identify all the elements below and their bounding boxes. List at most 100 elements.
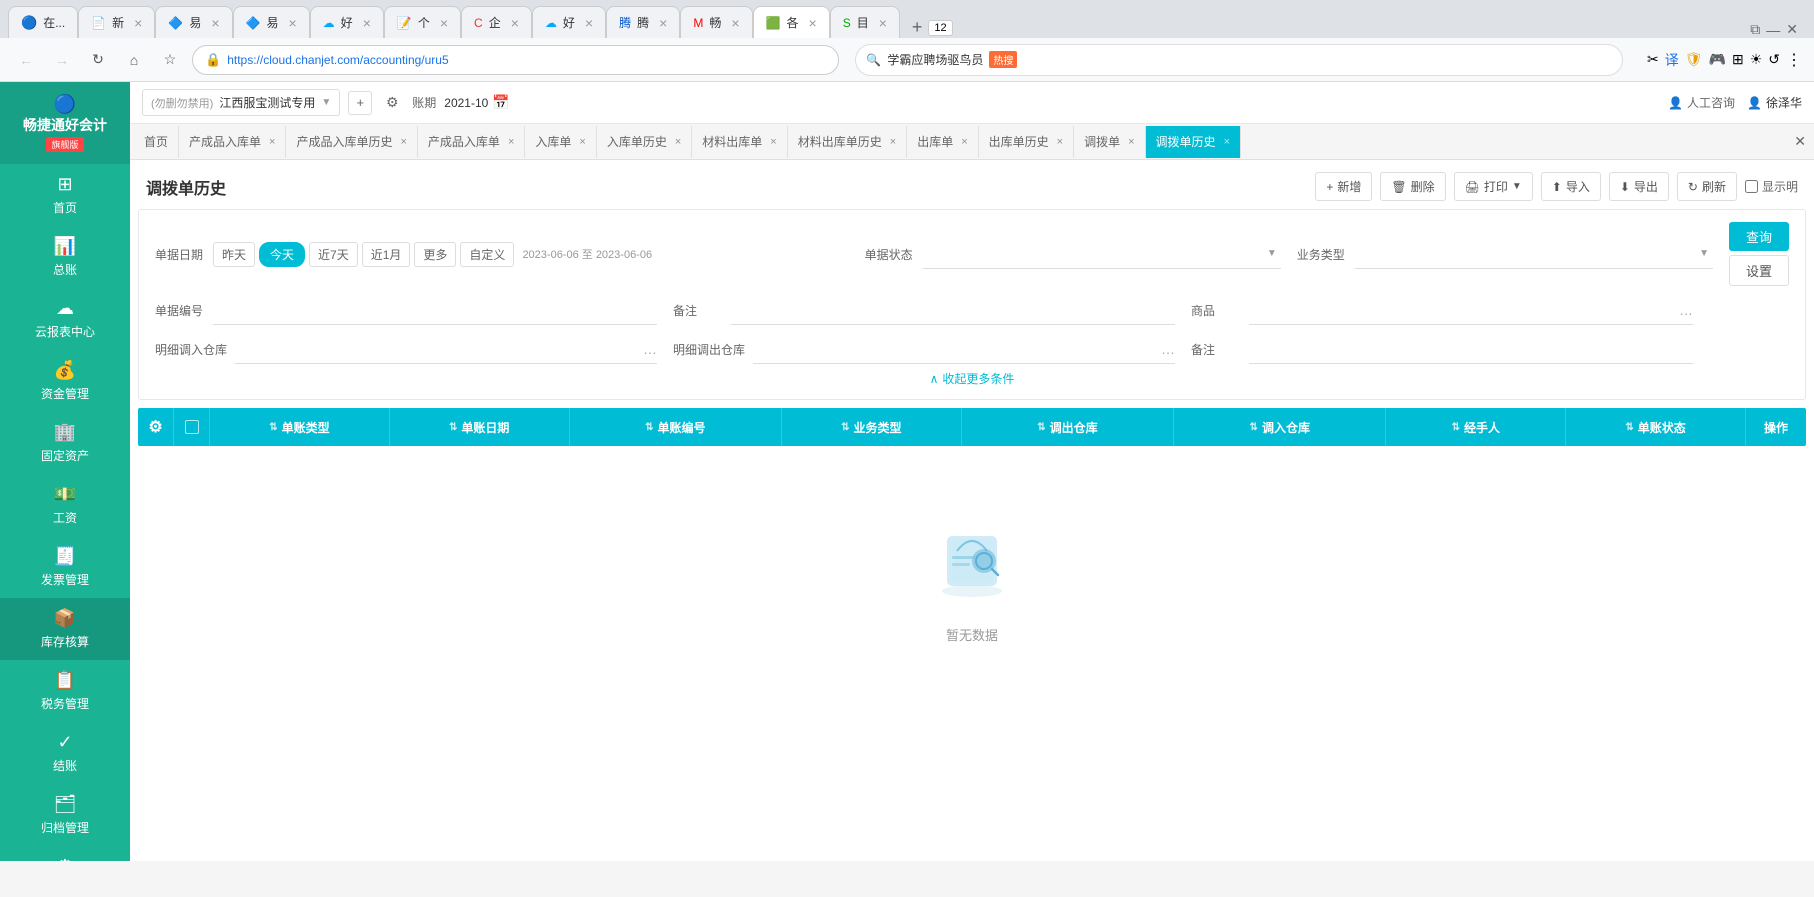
- sidebar-item-reports[interactable]: ☁ 云报表中心: [0, 288, 130, 350]
- th-status[interactable]: ⇅ 单账状态: [1566, 408, 1746, 446]
- th-checkbox[interactable]: [174, 408, 210, 446]
- detail-out-filter-input[interactable]: [753, 335, 1157, 363]
- show-all-checkbox[interactable]: [1745, 180, 1758, 193]
- import-button[interactable]: ⬆ 导入: [1541, 172, 1601, 201]
- page-tab-out[interactable]: 出库单 ×: [907, 126, 978, 158]
- filter-settings-button[interactable]: 设置: [1729, 255, 1789, 286]
- date-today[interactable]: 今天: [259, 242, 305, 267]
- tab-close-10[interactable]: ×: [731, 15, 739, 31]
- tab-mat-out-close[interactable]: ×: [770, 136, 776, 148]
- page-tab-store-in-h[interactable]: 入库单历史 ×: [597, 126, 692, 158]
- translate-icon[interactable]: 译: [1665, 50, 1679, 70]
- grid-icon[interactable]: ⊞: [1732, 51, 1744, 68]
- sidebar-item-funds[interactable]: 💰 资金管理: [0, 350, 130, 412]
- th-settings[interactable]: ⚙: [138, 408, 174, 446]
- home-button[interactable]: ⌂: [120, 46, 148, 74]
- page-tab-in1h[interactable]: 产成品入库单历史 ×: [286, 126, 417, 158]
- th-type[interactable]: ⇅ 单账类型: [210, 408, 390, 446]
- back-button[interactable]: ←: [12, 46, 40, 74]
- add-company-button[interactable]: +: [348, 91, 372, 115]
- browser-tab-s[interactable]: S 目 ×: [830, 6, 900, 38]
- tab-close-6[interactable]: ×: [440, 15, 448, 31]
- date-7days[interactable]: 近7天: [309, 242, 358, 267]
- status-select[interactable]: 全部 草稿 已审核: [923, 240, 1281, 268]
- tab-close-8[interactable]: ×: [585, 15, 593, 31]
- select-all-checkbox[interactable]: [185, 420, 199, 434]
- gamepad-icon[interactable]: 🎮: [1709, 51, 1726, 68]
- page-tab-transfer[interactable]: 调拨单 ×: [1074, 126, 1145, 158]
- detail-in-filter-input[interactable]: [235, 335, 639, 363]
- browser-tab-1[interactable]: 🔵 在...: [8, 6, 78, 38]
- tab-close-9[interactable]: ×: [659, 15, 667, 31]
- shield-icon[interactable]: 🛡: [1685, 51, 1703, 68]
- print-button[interactable]: 🖨 打印 ▼: [1454, 172, 1533, 201]
- sidebar-item-ledger[interactable]: 📊 总账: [0, 226, 130, 288]
- browser-tab-5[interactable]: ☁ 好 ×: [310, 6, 384, 38]
- forward-button[interactable]: →: [48, 46, 76, 74]
- tab-close-5[interactable]: ×: [363, 15, 371, 31]
- collapse-button[interactable]: ∧ 收起更多条件: [930, 370, 1015, 387]
- remark-filter-input[interactable]: [731, 297, 1175, 325]
- topbar-settings-button[interactable]: ⚙: [380, 91, 404, 115]
- tab-close-7[interactable]: ×: [511, 15, 519, 31]
- user-info[interactable]: 👤 徐泽华: [1747, 94, 1802, 111]
- minimize-button[interactable]: —: [1766, 22, 1780, 38]
- number-filter-input[interactable]: [213, 297, 657, 325]
- date-more[interactable]: 更多: [414, 242, 456, 267]
- date-1month[interactable]: 近1月: [362, 242, 411, 267]
- page-tab-home[interactable]: 首页: [134, 126, 179, 158]
- page-tab-out-h[interactable]: 出库单历史 ×: [979, 126, 1074, 158]
- tab-close-3[interactable]: ×: [211, 15, 219, 31]
- browser-tab-active[interactable]: 🟩 各 ×: [753, 6, 830, 38]
- tab-mat-out-h-close[interactable]: ×: [890, 136, 896, 148]
- company-selector[interactable]: (勿删勿禁用) 江西服宝测试专用 ▼: [142, 89, 340, 116]
- page-tab-in1[interactable]: 产成品入库单 ×: [179, 126, 286, 158]
- sun-icon[interactable]: ☀: [1750, 51, 1763, 68]
- th-biz[interactable]: ⇅ 业务类型: [782, 408, 962, 446]
- browser-tab-10[interactable]: M 畅 ×: [680, 6, 752, 38]
- tab-close-2[interactable]: ×: [134, 15, 142, 31]
- browser-tab-2[interactable]: 📄 新 ×: [78, 6, 155, 38]
- note-filter-input[interactable]: [1249, 336, 1693, 364]
- date-custom[interactable]: 自定义: [460, 242, 514, 267]
- sidebar-item-home[interactable]: ⊞ 首页: [0, 164, 130, 226]
- tab-in1h-close[interactable]: ×: [400, 136, 406, 148]
- export-button[interactable]: ⬇ 导出: [1609, 172, 1669, 201]
- tab-close-active[interactable]: ×: [809, 15, 817, 31]
- menu-icon[interactable]: ⋮: [1786, 50, 1802, 70]
- browser-tab-4[interactable]: 🔷 易 ×: [233, 6, 310, 38]
- show-all-checkbox-label[interactable]: 显示明: [1745, 178, 1798, 195]
- help-button[interactable]: 👤 人工咨询: [1668, 94, 1735, 111]
- undo-icon[interactable]: ↺: [1768, 51, 1780, 68]
- sidebar-item-settings[interactable]: ⚙ 基础设置: [0, 846, 130, 861]
- tab-out-close[interactable]: ×: [961, 136, 967, 148]
- tab-transfer-h-close[interactable]: ×: [1224, 136, 1230, 148]
- browser-tab-7[interactable]: C 企 ×: [461, 6, 532, 38]
- delete-button[interactable]: 🗑 删除: [1380, 172, 1445, 201]
- close-tab-button[interactable]: ✕: [1794, 133, 1806, 150]
- query-button[interactable]: 查询: [1729, 222, 1789, 251]
- tab-transfer-close[interactable]: ×: [1128, 136, 1134, 148]
- page-tab-mat-out-h[interactable]: 材料出库单历史 ×: [788, 126, 907, 158]
- new-tab-button[interactable]: +: [912, 17, 923, 38]
- biz-select[interactable]: 全部: [1355, 240, 1713, 268]
- page-tab-store-in[interactable]: 入库单 ×: [525, 126, 596, 158]
- scissors-icon[interactable]: ✂: [1647, 51, 1659, 68]
- tab-close-4[interactable]: ×: [288, 15, 296, 31]
- sidebar-item-assets[interactable]: 🏢 固定资产: [0, 412, 130, 474]
- tab-close-s[interactable]: ×: [879, 15, 887, 31]
- restore-button[interactable]: ⧉: [1750, 21, 1760, 38]
- add-record-button[interactable]: + 新增: [1315, 172, 1372, 201]
- refresh-browser-button[interactable]: ↻: [84, 46, 112, 74]
- close-button[interactable]: ✕: [1786, 21, 1798, 38]
- sidebar-item-close[interactable]: ✓ 结账: [0, 722, 130, 784]
- tab-in1-close[interactable]: ×: [269, 136, 275, 148]
- search-bar[interactable]: 🔍 学霸应聘场驱鸟员 热搜: [855, 44, 1623, 76]
- browser-tab-9[interactable]: 腾 腾 ×: [606, 6, 680, 38]
- sidebar-item-archive[interactable]: 🗂 归档管理: [0, 784, 130, 846]
- tab-store-in-h-close[interactable]: ×: [675, 136, 681, 148]
- sidebar-item-invoice[interactable]: 🧾 发票管理: [0, 536, 130, 598]
- period-selector[interactable]: 2021-10 📅: [444, 94, 509, 111]
- page-tab-transfer-h[interactable]: 调拨单历史 ×: [1146, 126, 1241, 158]
- browser-tab-6[interactable]: 📝 个 ×: [384, 6, 461, 38]
